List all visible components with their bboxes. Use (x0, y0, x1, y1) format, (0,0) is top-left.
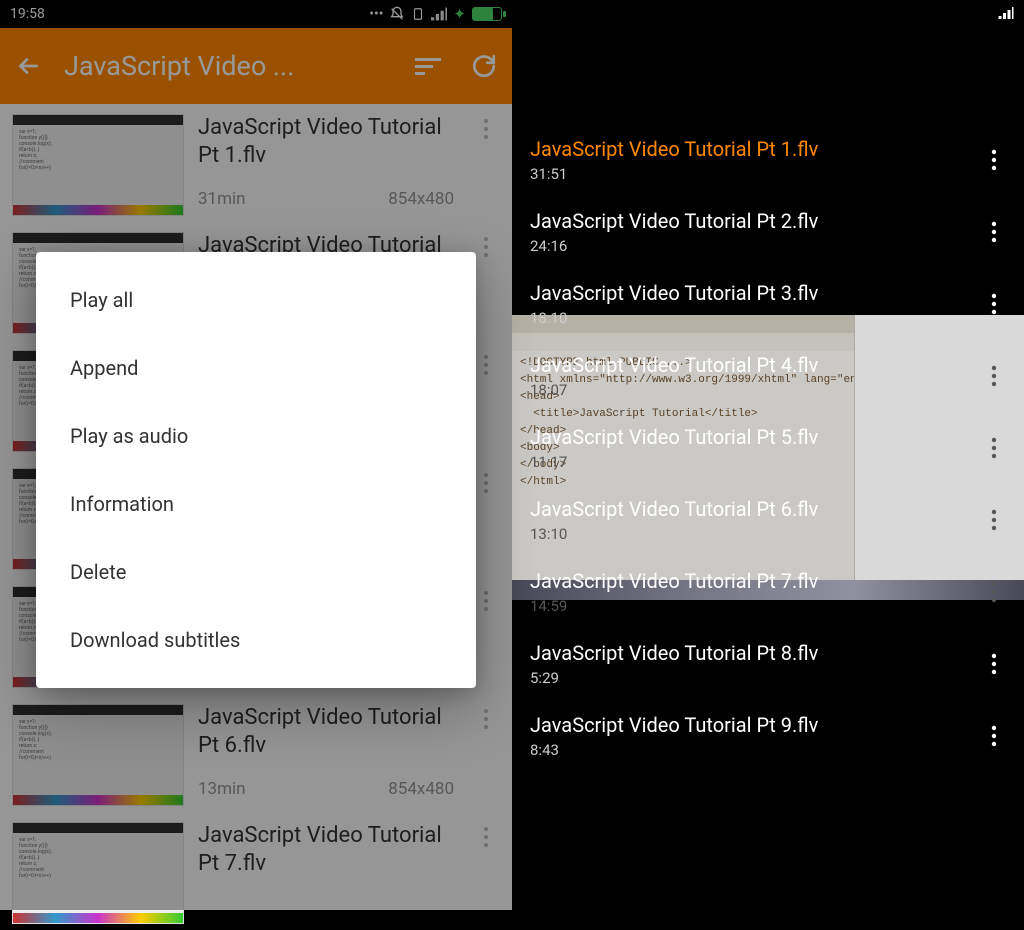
sort-button[interactable] (408, 46, 448, 86)
item-more-button[interactable] (472, 704, 500, 806)
item-more-button[interactable] (980, 221, 1008, 243)
playlist-title: JavaScript Video Tutorial Pt 4.flv (530, 353, 980, 377)
item-more-button[interactable] (980, 149, 1008, 171)
playlist-title: JavaScript Video Tutorial Pt 7.flv (530, 569, 980, 593)
context-menu-dialog: Play allAppendPlay as audioInformationDe… (36, 252, 476, 688)
playlist: JavaScript Video Tutorial Pt 1.flv 31:51… (512, 26, 1024, 772)
playlist-item[interactable]: JavaScript Video Tutorial Pt 7.flv 14:59 (512, 556, 1024, 628)
status-bar: 19:58 ••• ✦ (0, 0, 512, 28)
playlist-item[interactable]: JavaScript Video Tutorial Pt 4.flv 18:07 (512, 340, 1024, 412)
playlist-item[interactable]: JavaScript Video Tutorial Pt 2.flv 24:16 (512, 196, 1024, 268)
playlist-item[interactable]: JavaScript Video Tutorial Pt 5.flv 11:17 (512, 412, 1024, 484)
video-duration: 31min (198, 189, 246, 209)
item-more-button[interactable] (980, 365, 1008, 387)
context-menu-item[interactable]: Play as audio (36, 402, 476, 470)
signal-icon (431, 7, 447, 21)
signal-icon (998, 7, 1014, 19)
item-more-button[interactable] (980, 509, 1008, 531)
video-title: JavaScript Video Tutorial Pt 1.flv (198, 114, 454, 169)
video-resolution: 854x480 (388, 779, 454, 799)
context-menu-item[interactable]: Play all (36, 266, 476, 334)
playlist-title: JavaScript Video Tutorial Pt 5.flv (530, 425, 980, 449)
playlist-title: JavaScript Video Tutorial Pt 3.flv (530, 281, 980, 305)
playlist-item[interactable]: JavaScript Video Tutorial Pt 8.flv 5:29 (512, 628, 1024, 700)
playlist-title: JavaScript Video Tutorial Pt 9.flv (530, 713, 980, 737)
item-more-button[interactable] (980, 725, 1008, 747)
playlist-title: JavaScript Video Tutorial Pt 2.flv (530, 209, 980, 233)
left-screenshot: 19:58 ••• ✦ JavaScript Video ... (0, 0, 512, 910)
context-menu-item[interactable]: Download subtitles (36, 606, 476, 674)
playlist-duration: 5:29 (530, 669, 980, 687)
app-toolbar: JavaScript Video ... (0, 28, 512, 104)
playlist-item[interactable]: JavaScript Video Tutorial Pt 1.flv 31:51 (512, 124, 1024, 196)
playlist-duration: 31:51 (530, 165, 980, 183)
item-more-button[interactable] (980, 653, 1008, 675)
video-thumbnail: var x=1;function y(){}console.log(x);if(… (12, 822, 184, 924)
video-thumbnail: var x=1;function y(){}console.log(x);if(… (12, 704, 184, 806)
playlist-item[interactable]: JavaScript Video Tutorial Pt 6.flv 13:10 (512, 484, 1024, 556)
battery-icon (472, 7, 502, 21)
item-more-button[interactable] (472, 232, 500, 334)
item-more-button[interactable] (980, 437, 1008, 459)
device-icon (411, 6, 425, 22)
video-list-item[interactable]: var x=1;function y(){}console.log(x);if(… (0, 694, 512, 812)
playlist-title: JavaScript Video Tutorial Pt 1.flv (530, 137, 980, 161)
video-duration: 13min (198, 779, 246, 799)
back-button[interactable] (8, 46, 48, 86)
context-menu-item[interactable]: Delete (36, 538, 476, 606)
playlist-duration: 24:16 (530, 237, 980, 255)
video-resolution: 854x480 (388, 189, 454, 209)
refresh-button[interactable] (464, 46, 504, 86)
playlist-title: JavaScript Video Tutorial Pt 8.flv (530, 641, 980, 665)
playlist-duration: 18:07 (530, 381, 980, 399)
item-more-button[interactable] (472, 350, 500, 452)
alarm-off-icon (389, 6, 405, 22)
charge-icon: ✦ (453, 5, 466, 23)
item-more-button[interactable] (980, 293, 1008, 315)
playlist-title: JavaScript Video Tutorial Pt 6.flv (530, 497, 980, 521)
item-more-button[interactable] (472, 114, 500, 216)
playlist-duration: 14:59 (530, 597, 980, 615)
playlist-duration: 11:17 (530, 453, 980, 471)
playlist-item[interactable]: JavaScript Video Tutorial Pt 3.flv 18:10 (512, 268, 1024, 340)
playlist-duration: 13:10 (530, 525, 980, 543)
toolbar-title: JavaScript Video ... (64, 50, 392, 82)
video-list-item[interactable]: var x=1;function y(){}console.log(x);if(… (0, 104, 512, 222)
more-horizontal-icon: ••• (369, 6, 383, 22)
item-more-button[interactable] (472, 586, 500, 688)
playlist-duration: 18:10 (530, 309, 980, 327)
right-screenshot: <!DOCTYPE html PUBLIC ...> <html xmlns="… (512, 0, 1024, 910)
context-menu-item[interactable]: Append (36, 334, 476, 402)
item-more-button[interactable] (472, 822, 500, 924)
video-title: JavaScript Video Tutorial Pt 7.flv (198, 822, 454, 877)
video-thumbnail: var x=1;function y(){}console.log(x);if(… (12, 114, 184, 216)
context-menu-item[interactable]: Information (36, 470, 476, 538)
video-list-item[interactable]: var x=1;function y(){}console.log(x);if(… (0, 812, 512, 930)
status-time: 19:58 (10, 6, 45, 22)
video-title: JavaScript Video Tutorial Pt 6.flv (198, 704, 454, 759)
playlist-duration: 8:43 (530, 741, 980, 759)
item-more-button[interactable] (472, 468, 500, 570)
item-more-button[interactable] (980, 581, 1008, 603)
playlist-item[interactable]: JavaScript Video Tutorial Pt 9.flv 8:43 (512, 700, 1024, 772)
status-bar-right (512, 0, 1024, 26)
